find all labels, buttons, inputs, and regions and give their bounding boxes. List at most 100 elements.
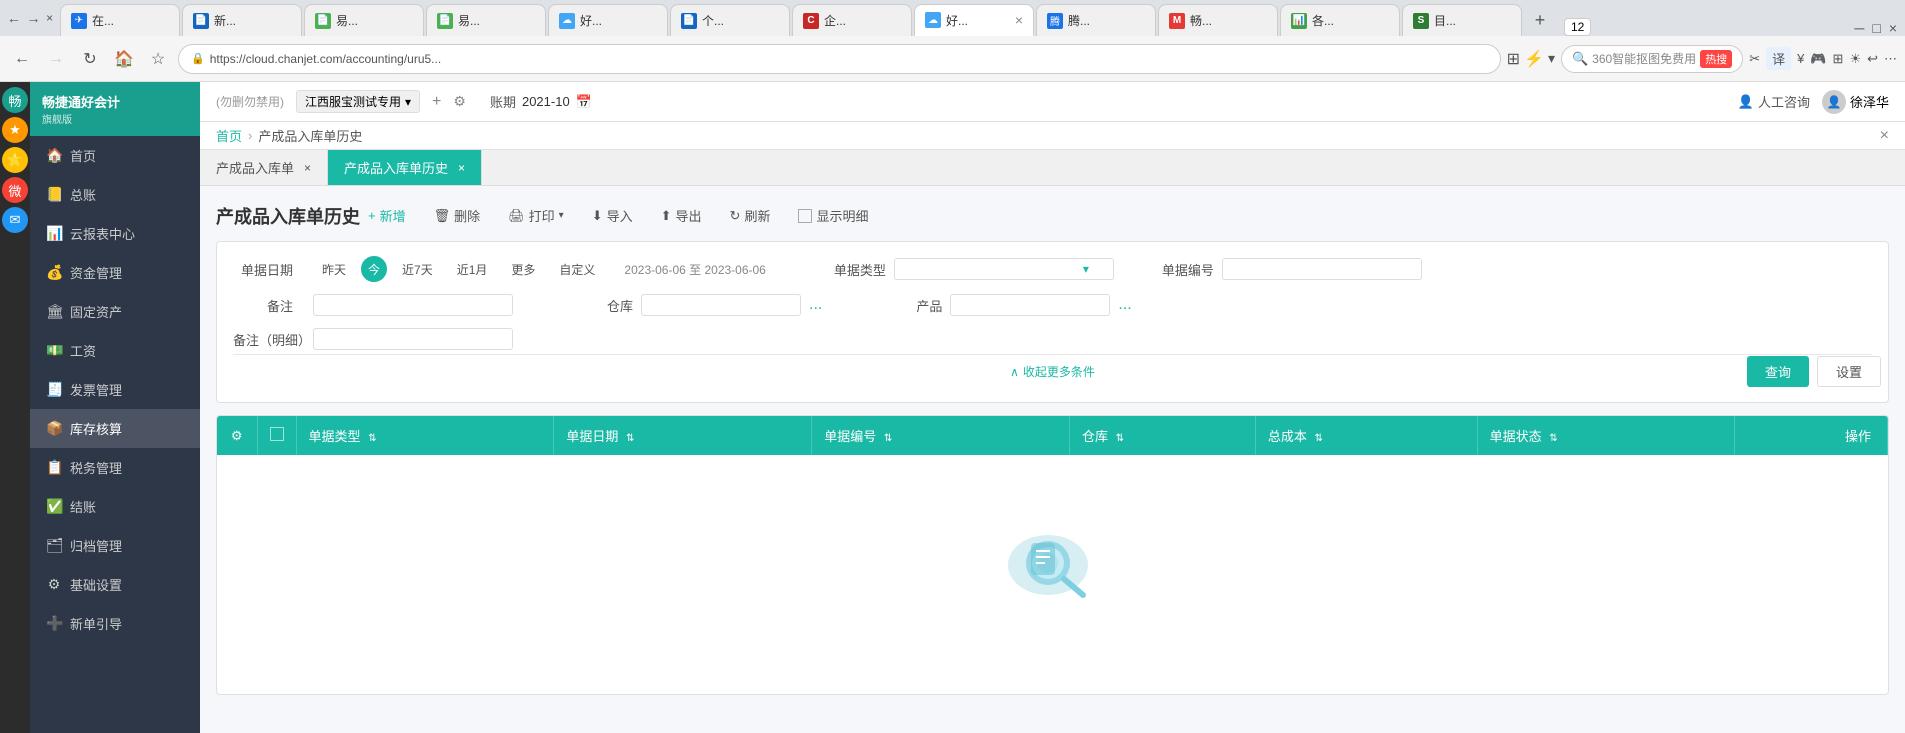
- date-btn-today[interactable]: 今: [361, 256, 387, 282]
- tab-item-6[interactable]: 📄 个...: [670, 4, 790, 36]
- date-btn-7days[interactable]: 近7天: [393, 258, 442, 281]
- sidebar-item-newbill[interactable]: ➕ 新单引导: [30, 604, 200, 643]
- sidebar-item-archive[interactable]: 🗂 归档管理: [30, 526, 200, 565]
- company-dropdown[interactable]: 江西服宝测试专用 ▾: [296, 90, 420, 113]
- dropdown-icon[interactable]: ▾: [1548, 50, 1555, 67]
- forward-button[interactable]: →: [42, 45, 70, 73]
- tab-new[interactable]: +: [1524, 4, 1556, 36]
- sidebar-item-payroll[interactable]: 💵 工资: [30, 331, 200, 370]
- refresh-btn[interactable]: ↻ 刷新: [722, 202, 779, 229]
- breadcrumb-home[interactable]: 首页: [216, 126, 242, 145]
- app-icon-chanjet[interactable]: 畅: [2, 87, 28, 113]
- col-date[interactable]: 单据日期 ⇅: [554, 416, 812, 455]
- tab-item-4[interactable]: 📄 易...: [426, 4, 546, 36]
- home-browser-button[interactable]: 🏠: [110, 45, 138, 73]
- tab-item-3[interactable]: 📄 易...: [304, 4, 424, 36]
- translate-icon[interactable]: 译: [1766, 47, 1791, 70]
- print-btn[interactable]: 🖨 打印 ▾: [500, 202, 572, 229]
- app-icon-red[interactable]: 微: [2, 177, 28, 203]
- game-icon[interactable]: 🎮: [1810, 51, 1826, 67]
- sidebar-item-basic[interactable]: ⚙ 基础设置: [30, 565, 200, 604]
- currency-icon[interactable]: ¥: [1797, 51, 1804, 66]
- date-btn-more[interactable]: 更多: [502, 258, 544, 281]
- help-btn[interactable]: 👤 人工咨询: [1738, 92, 1810, 111]
- minimize-btn[interactable]: ─: [1854, 20, 1864, 36]
- collapse-btn[interactable]: ∧ 收起更多条件: [1010, 363, 1095, 380]
- sidebar-item-inventory[interactable]: 📦 库存核算: [30, 409, 200, 448]
- browser-forward-icon[interactable]: →: [26, 10, 40, 26]
- product-filter-input[interactable]: [950, 294, 1110, 316]
- settings-filter-button[interactable]: 设置: [1817, 356, 1881, 387]
- refresh-browser-button[interactable]: ↻: [76, 45, 104, 73]
- page-tab-list[interactable]: 产成品入库单 ×: [200, 150, 328, 185]
- sidebar-item-ledger[interactable]: 📒 总账: [30, 175, 200, 214]
- date-btn-1month[interactable]: 近1月: [448, 258, 497, 281]
- col-number[interactable]: 单据编号 ⇅: [812, 416, 1070, 455]
- sidebar-item-home[interactable]: 🏠 首页: [30, 136, 200, 175]
- col-type[interactable]: 单据类型 ⇅: [296, 416, 554, 455]
- browser-close-control[interactable]: ×: [46, 11, 53, 25]
- warehouse-filter-input[interactable]: [641, 294, 801, 316]
- col-status[interactable]: 单据状态 ⇅: [1477, 416, 1735, 455]
- col-check[interactable]: [257, 416, 296, 455]
- sidebar-item-tax[interactable]: 📋 税务管理: [30, 448, 200, 487]
- tab-item-12[interactable]: S 目...: [1402, 4, 1522, 36]
- app-icon-yellow[interactable]: ⭐: [2, 147, 28, 173]
- header-checkbox[interactable]: [270, 427, 284, 441]
- sidebar-item-fixed[interactable]: 🏛 固定资产: [30, 292, 200, 331]
- view-icon[interactable]: ⊞: [1833, 51, 1844, 67]
- maximize-btn[interactable]: □: [1872, 20, 1880, 36]
- search-bar-360[interactable]: 🔍 360智能抠图免费用 热搜: [1561, 45, 1743, 73]
- page-tab-history[interactable]: 产成品入库单历史 ×: [328, 150, 482, 185]
- product-ellipsis[interactable]: ...: [1118, 296, 1131, 314]
- tab-close-8[interactable]: ×: [1015, 12, 1023, 28]
- sidebar-item-invoice[interactable]: 🧾 发票管理: [30, 370, 200, 409]
- settings-header-icon[interactable]: ⚙: [453, 93, 466, 110]
- browser-back-icon[interactable]: ←: [7, 10, 21, 26]
- tab-item-2[interactable]: 📄 新...: [182, 4, 302, 36]
- tab-item-5[interactable]: ☁ 好...: [548, 4, 668, 36]
- sidebar-item-report[interactable]: 📊 云报表中心: [30, 214, 200, 253]
- bookmark-button[interactable]: ☆: [144, 45, 172, 73]
- scissors-icon[interactable]: ✂: [1749, 51, 1760, 67]
- add-company-btn[interactable]: +: [432, 93, 441, 111]
- sidebar-item-settle[interactable]: ✅ 结账: [30, 487, 200, 526]
- date-btn-custom[interactable]: 自定义: [550, 258, 604, 281]
- calendar-icon[interactable]: 📅: [576, 94, 592, 110]
- undo-icon[interactable]: ↩: [1867, 51, 1878, 67]
- app-icon-orange[interactable]: ★: [2, 117, 28, 143]
- app-icon-blue[interactable]: ✉: [2, 207, 28, 233]
- grid-icon[interactable]: ⊞: [1507, 49, 1520, 69]
- delete-btn[interactable]: 🗑 删除: [426, 202, 489, 229]
- tab-item-8[interactable]: ☁ 好... ×: [914, 4, 1034, 36]
- lightning-icon[interactable]: ⚡: [1524, 49, 1544, 69]
- col-gear[interactable]: ⚙: [217, 416, 257, 455]
- page-close-x[interactable]: ×: [1880, 127, 1889, 145]
- tab-item-11[interactable]: 📊 各...: [1280, 4, 1400, 36]
- export-btn[interactable]: ⬆ 导出: [653, 202, 710, 229]
- display-toggle[interactable]: 显示明细: [790, 202, 876, 229]
- add-btn[interactable]: + 新增: [360, 202, 414, 229]
- tab-item-9[interactable]: 腾 腾...: [1036, 4, 1156, 36]
- col-cost[interactable]: 总成本 ⇅: [1255, 416, 1477, 455]
- user-avatar[interactable]: 👤 徐泽华: [1822, 90, 1889, 114]
- back-button[interactable]: ←: [8, 45, 36, 73]
- close-btn[interactable]: ×: [1889, 20, 1897, 36]
- night-icon[interactable]: ☀: [1849, 51, 1861, 67]
- date-btn-yesterday[interactable]: 昨天: [313, 258, 355, 281]
- address-input[interactable]: 🔒 https://cloud.chanjet.com/accounting/u…: [178, 44, 1501, 74]
- import-btn[interactable]: ⬇ 导入: [584, 202, 641, 229]
- page-tab-history-close[interactable]: ×: [458, 161, 465, 175]
- note-filter-input[interactable]: [313, 294, 513, 316]
- query-button[interactable]: 查询: [1747, 356, 1809, 387]
- type-filter-select[interactable]: ▾: [894, 258, 1114, 280]
- tab-item-1[interactable]: ✈ 在...: [60, 4, 180, 36]
- sidebar-item-fund[interactable]: 💰 资金管理: [30, 253, 200, 292]
- tab-item-7[interactable]: C 企...: [792, 4, 912, 36]
- warehouse-ellipsis[interactable]: ...: [809, 296, 822, 314]
- tab-item-10[interactable]: M 畅...: [1158, 4, 1278, 36]
- page-tab-list-close[interactable]: ×: [304, 161, 311, 175]
- settings-browser-icon[interactable]: ⋯: [1884, 51, 1897, 67]
- number-filter-input[interactable]: [1222, 258, 1422, 280]
- col-warehouse[interactable]: 仓库 ⇅: [1070, 416, 1256, 455]
